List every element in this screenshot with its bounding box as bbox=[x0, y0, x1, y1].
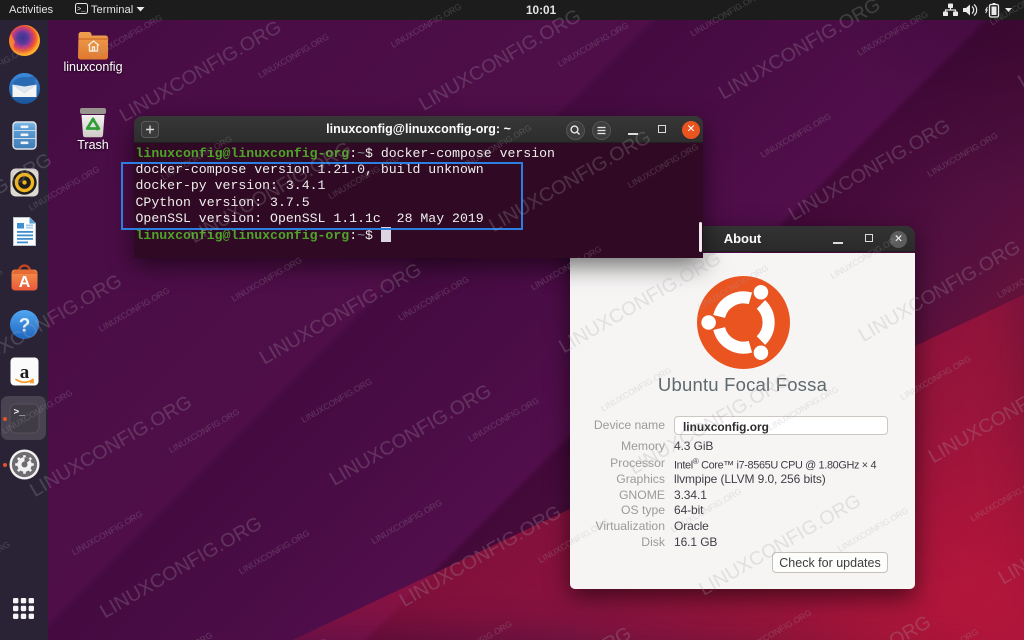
svg-text:a: a bbox=[20, 362, 30, 383]
svg-text:>_: >_ bbox=[77, 6, 86, 14]
svg-text:>_: >_ bbox=[14, 407, 26, 418]
svg-text:?: ? bbox=[19, 316, 31, 337]
svg-text:A: A bbox=[19, 274, 31, 291]
